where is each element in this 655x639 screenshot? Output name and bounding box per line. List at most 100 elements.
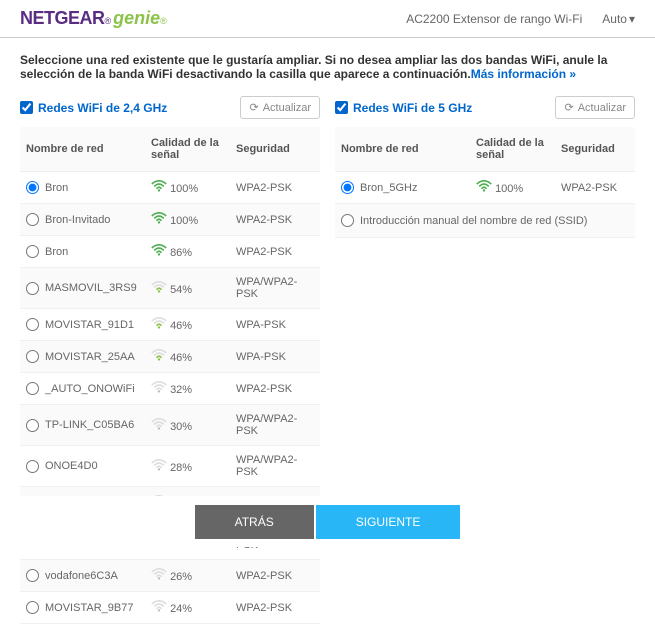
security-value: WPA/WPA2-PSK — [230, 405, 320, 446]
network-name: MASMOVIL_3RS9 — [45, 282, 137, 294]
manual-ssid-label: Introducción manual del nombre de red (S… — [360, 215, 587, 227]
table-row[interactable]: Bron 100% WPA2-PSK — [20, 172, 320, 204]
signal-value: 32% — [170, 384, 192, 396]
band-5-checkbox[interactable]: Redes WiFi de 5 GHz — [335, 101, 472, 115]
signal-value: 86% — [170, 247, 192, 259]
table-row[interactable]: MOVISTAR_9B77 24% WPA2-PSK — [20, 592, 320, 624]
network-name: MOVISTAR_9B77 — [45, 602, 133, 614]
signal-value: 100% — [170, 183, 198, 195]
model-label: AC2200 Extensor de rango Wi-Fi — [406, 12, 582, 26]
signal-value: 46% — [170, 352, 192, 364]
next-button[interactable]: SIGUIENTE — [316, 505, 461, 539]
network-name: ONOE4D0 — [45, 460, 98, 472]
logo-netgear-text: NETGEAR — [20, 8, 105, 29]
signal-value: 30% — [170, 421, 192, 433]
wifi-signal-icon — [151, 459, 167, 471]
network-radio[interactable] — [26, 213, 39, 226]
network-name: MOVISTAR_25AA — [45, 351, 135, 363]
security-value: WPA2-PSK — [230, 236, 320, 268]
security-value: WPA2-PSK — [230, 592, 320, 624]
col-security: Seguridad — [555, 127, 635, 172]
content: Seleccione una red existente que le gust… — [0, 38, 655, 639]
header-right: AC2200 Extensor de rango Wi-Fi Auto ▾ — [406, 12, 635, 26]
table-row[interactable]: Bron_5GHz 100% WPA2-PSK — [335, 172, 635, 204]
security-value: WPA-PSK — [230, 341, 320, 373]
col-signal: Calidad de la señal — [470, 127, 555, 172]
wifi-signal-icon — [151, 600, 167, 612]
refresh-24-button[interactable]: ⟳ Actualizar — [240, 96, 320, 119]
wifi-signal-icon — [151, 212, 167, 224]
band-24-checkbox[interactable]: Redes WiFi de 2,4 GHz — [20, 101, 167, 115]
wifi-signal-icon — [151, 281, 167, 293]
security-value: WPA2-PSK — [230, 560, 320, 592]
table-row[interactable]: MOVISTAR_91D1 46%WPA-PSK — [20, 309, 320, 341]
security-value: WPA2-PSK — [230, 204, 320, 236]
signal-value: 54% — [170, 284, 192, 296]
network-radio[interactable] — [26, 382, 39, 395]
col-name: Nombre de red — [20, 127, 145, 172]
wifi-signal-icon — [151, 317, 167, 329]
signal-value: 24% — [170, 603, 192, 615]
network-radio[interactable] — [341, 181, 354, 194]
table-row[interactable]: Bron 86% WPA2-PSK — [20, 236, 320, 268]
network-name: _AUTO_ONOWiFi — [45, 383, 135, 395]
signal-value: 100% — [170, 215, 198, 227]
refresh-icon: ⟳ — [249, 101, 258, 114]
network-name: Bron — [45, 246, 68, 258]
band-5-check-input[interactable] — [335, 101, 348, 114]
security-value: WPA2-PSK — [555, 172, 635, 204]
wifi-signal-icon — [151, 568, 167, 580]
network-radio[interactable] — [26, 419, 39, 432]
network-name: Bron_5GHz — [360, 182, 417, 194]
header: NETGEAR® genie® AC2200 Extensor de rango… — [0, 0, 655, 38]
footer-nav: ATRÁS SIGUIENTE — [0, 496, 655, 547]
network-radio[interactable] — [26, 181, 39, 194]
signal-value: 46% — [170, 320, 192, 332]
network-radio[interactable] — [26, 601, 39, 614]
security-value: WPA2-PSK — [230, 172, 320, 204]
network-name: Bron — [45, 182, 68, 194]
network-radio[interactable] — [26, 282, 39, 295]
table-row[interactable]: ONOE4D0 28%WPA/WPA2-PSK — [20, 446, 320, 487]
refresh-icon: ⟳ — [564, 101, 573, 114]
signal-value: 26% — [170, 571, 192, 583]
signal-value: 28% — [170, 462, 192, 474]
table-row[interactable]: _AUTO_ONOWiFi 32% WPA2-PSK — [20, 373, 320, 405]
network-name: Bron-Invitado — [45, 214, 110, 226]
network-name: TP-LINK_C05BA6 — [45, 419, 134, 431]
table-row[interactable]: MOVISTAR_25AA 46% WPA-PSK — [20, 341, 320, 373]
security-value: WPA-PSK — [230, 309, 320, 341]
band-24-check-input[interactable] — [20, 101, 33, 114]
security-value: WPA/WPA2-PSK — [230, 268, 320, 309]
table-row[interactable]: TP-LINK_C05BA6 30% WPA/WPA2-PSK — [20, 405, 320, 446]
refresh-5-button[interactable]: ⟳ Actualizar — [555, 96, 635, 119]
table-row[interactable]: vodafone6C3A 26% WPA2-PSK — [20, 560, 320, 592]
network-radio[interactable] — [26, 460, 39, 473]
logo-genie-text: genie — [113, 8, 160, 29]
table-24ghz: Nombre de red Calidad de la señal Seguri… — [20, 127, 320, 624]
network-radio[interactable] — [26, 350, 39, 363]
network-radio[interactable] — [26, 318, 39, 331]
network-name: vodafone6C3A — [45, 570, 118, 582]
table-row[interactable]: MASMOVIL_3RS9 54% WPA/WPA2-PSK — [20, 268, 320, 309]
table-row[interactable]: Bron-Invitado 100% WPA2-PSK — [20, 204, 320, 236]
instruction-text: Seleccione una red existente que le gust… — [20, 53, 635, 81]
wifi-signal-icon — [151, 180, 167, 192]
more-info-link[interactable]: Más información » — [471, 67, 576, 81]
wifi-signal-icon — [151, 349, 167, 361]
logo: NETGEAR® genie® — [20, 8, 167, 29]
table-5ghz: Nombre de red Calidad de la señal Seguri… — [335, 127, 635, 238]
network-radio[interactable] — [26, 245, 39, 258]
language-selector[interactable]: Auto ▾ — [602, 12, 635, 26]
wifi-signal-icon — [151, 381, 167, 393]
wifi-signal-icon — [151, 244, 167, 256]
network-radio[interactable] — [26, 569, 39, 582]
back-button[interactable]: ATRÁS — [195, 505, 314, 539]
chevron-down-icon: ▾ — [629, 12, 635, 26]
signal-value: 100% — [495, 183, 523, 195]
col-security: Seguridad — [230, 127, 320, 172]
col-signal: Calidad de la señal — [145, 127, 230, 172]
wifi-signal-icon — [151, 418, 167, 430]
manual-ssid-radio[interactable] — [341, 214, 354, 227]
security-value: WPA2-PSK — [230, 373, 320, 405]
